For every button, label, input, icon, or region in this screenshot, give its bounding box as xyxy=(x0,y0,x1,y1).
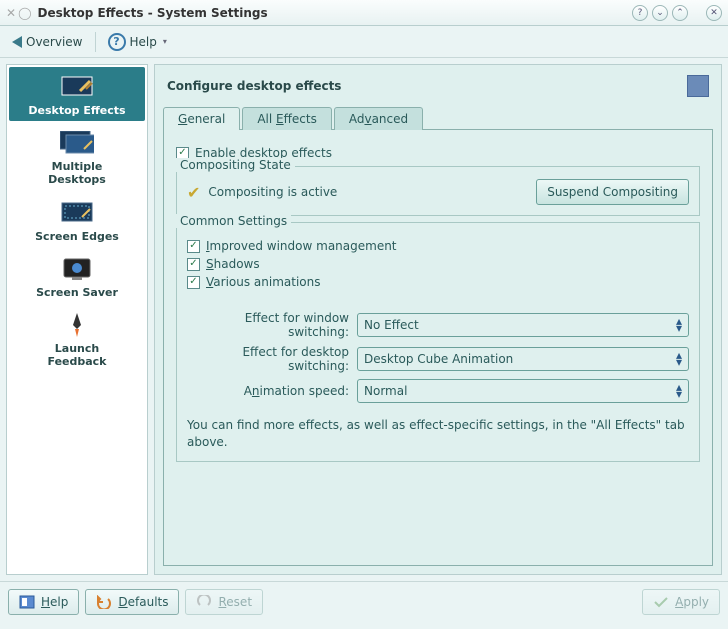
help-toolbar-button[interactable]: ? Help ▾ xyxy=(104,31,171,53)
launch-feedback-icon xyxy=(65,311,89,339)
minimize-button[interactable]: ⌄ xyxy=(652,5,668,21)
sidebar-item-screen-saver[interactable]: Screen Saver xyxy=(9,249,145,303)
desktop-effects-header-icon xyxy=(687,75,709,97)
spinner-arrows-icon: ▴▾ xyxy=(676,352,682,366)
help-icon: ? xyxy=(108,33,126,51)
titlebar: ✕ ◯ Desktop Effects - System Settings ? … xyxy=(0,0,728,26)
animation-speed-value: Normal xyxy=(364,384,676,398)
common-settings-group-label: Common Settings xyxy=(176,214,291,228)
sidebar: Desktop Effects MultipleDesktops Screen … xyxy=(6,64,148,575)
sidebar-item-label: MultipleDesktops xyxy=(11,160,143,186)
sidebar-item-label: LaunchFeedback xyxy=(11,342,143,368)
apply-check-icon xyxy=(653,595,669,609)
animations-checkbox[interactable] xyxy=(187,276,200,289)
window-switching-label: Effect for window switching: xyxy=(187,311,357,339)
sidebar-item-desktop-effects[interactable]: Desktop Effects xyxy=(9,67,145,121)
close-button[interactable]: ✕ xyxy=(706,5,722,21)
common-settings-group: Improved window management Shadows Vario… xyxy=(176,222,700,462)
tab-all-effects[interactable]: All Effects xyxy=(242,107,332,130)
sidebar-item-label: Desktop Effects xyxy=(11,104,143,117)
window-switching-value: No Effect xyxy=(364,318,676,332)
compositing-group: ✔ Compositing is active Suspend Composit… xyxy=(176,166,700,216)
help-label: Help xyxy=(130,35,157,49)
compositing-status: Compositing is active xyxy=(208,185,528,199)
sidebar-item-launch-feedback[interactable]: LaunchFeedback xyxy=(9,305,145,372)
toolbar: Overview ? Help ▾ xyxy=(0,26,728,58)
suspend-compositing-button[interactable]: Suspend Compositing xyxy=(536,179,689,205)
animation-speed-label: Animation speed: xyxy=(187,384,357,398)
screen-edges-icon xyxy=(60,201,94,225)
main-area: Desktop Effects MultipleDesktops Screen … xyxy=(0,58,728,581)
titlebar-menu-icons: ✕ ◯ xyxy=(6,6,32,20)
help-button[interactable]: Help xyxy=(8,589,79,615)
sidebar-item-label: Screen Saver xyxy=(11,286,143,299)
hint-text: You can find more effects, as well as ef… xyxy=(187,417,689,451)
spinner-arrows-icon: ▴▾ xyxy=(676,384,682,398)
spinner-arrows-icon: ▴▾ xyxy=(676,318,682,332)
shadows-label: Shadows xyxy=(206,257,260,271)
tab-general[interactable]: General xyxy=(163,107,240,130)
maximize-button[interactable]: ⌃ xyxy=(672,5,688,21)
overview-button[interactable]: Overview xyxy=(8,33,87,51)
improved-window-checkbox[interactable] xyxy=(187,240,200,253)
sidebar-item-screen-edges[interactable]: Screen Edges xyxy=(9,193,145,247)
defaults-button[interactable]: Defaults xyxy=(85,589,179,615)
tab-advanced[interactable]: Advanced xyxy=(334,107,423,130)
improved-window-label: Improved window management xyxy=(206,239,397,253)
screen-saver-icon xyxy=(60,257,94,281)
multiple-desktops-icon xyxy=(60,131,94,155)
reset-icon xyxy=(196,595,212,609)
apply-button: Apply xyxy=(642,589,720,615)
sidebar-item-multiple-desktops[interactable]: MultipleDesktops xyxy=(9,123,145,190)
check-icon: ✔ xyxy=(187,183,200,202)
tab-body-general: Enable desktop effects Compositing State… xyxy=(163,130,713,566)
desktop-switching-value: Desktop Cube Animation xyxy=(364,352,676,366)
tabstrip: General All Effects Advanced xyxy=(155,107,721,130)
undo-icon xyxy=(96,595,112,609)
shadows-checkbox[interactable] xyxy=(187,258,200,271)
page-title: Configure desktop effects xyxy=(167,79,687,93)
content-panel: Configure desktop effects General All Ef… xyxy=(154,64,722,575)
wrench-icon: ✕ xyxy=(6,6,16,20)
desktop-effects-icon xyxy=(60,75,94,99)
app-menu-icon[interactable]: ◯ xyxy=(18,6,31,20)
window-title: Desktop Effects - System Settings xyxy=(38,6,268,20)
desktop-switching-select[interactable]: Desktop Cube Animation ▴▾ xyxy=(357,347,689,371)
reset-button: Reset xyxy=(185,589,263,615)
compositing-group-label: Compositing State xyxy=(176,158,295,172)
bottom-bar: Help Defaults Reset Apply xyxy=(0,581,728,621)
help-book-icon xyxy=(19,595,35,609)
content-header: Configure desktop effects xyxy=(155,65,721,107)
animations-label: Various animations xyxy=(206,275,321,289)
desktop-switching-label: Effect for desktop switching: xyxy=(187,345,357,373)
window-switching-select[interactable]: No Effect ▴▾ xyxy=(357,313,689,337)
sidebar-item-label: Screen Edges xyxy=(11,230,143,243)
overview-label: Overview xyxy=(26,35,83,49)
back-arrow-icon xyxy=(12,36,22,48)
animation-speed-select[interactable]: Normal ▴▾ xyxy=(357,379,689,403)
chevron-down-icon: ▾ xyxy=(163,37,167,46)
help-titlebar-button[interactable]: ? xyxy=(632,5,648,21)
